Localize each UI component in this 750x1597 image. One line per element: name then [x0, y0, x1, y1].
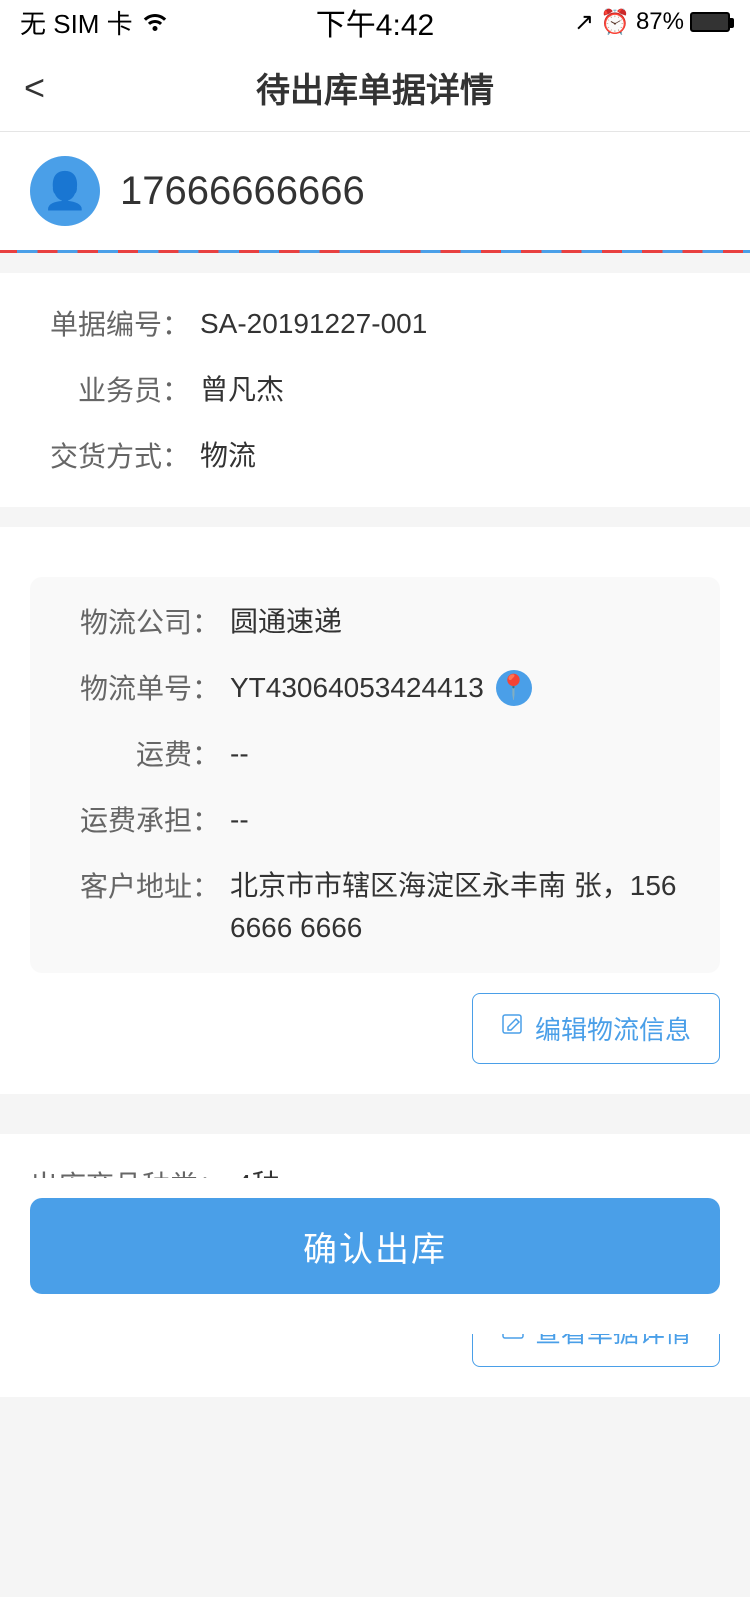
- freight-value: --: [230, 733, 690, 775]
- logistics-company-row: 物流公司： 圆通速递: [60, 601, 690, 643]
- status-right: ↗ ⏰ 87%: [574, 8, 730, 37]
- edit-btn-row: 编辑物流信息: [30, 993, 720, 1064]
- delivery-row: 交货方式： 物流: [30, 435, 720, 477]
- order-no-value: SA-20191227-001: [200, 303, 720, 345]
- status-left: 无 SIM 卡: [20, 4, 169, 41]
- salesperson-row: 业务员： 曾凡杰: [30, 369, 720, 411]
- delivery-label: 交货方式：: [30, 435, 190, 475]
- delivery-value: 物流: [200, 435, 720, 477]
- tracking-label: 物流单号：: [60, 667, 220, 707]
- logistics-company-value: 圆通速递: [230, 601, 690, 643]
- edit-icon: [501, 1013, 525, 1044]
- avatar-icon: 👤: [43, 170, 88, 212]
- freight-bearer-row: 运费承担： --: [60, 799, 690, 841]
- customer-phone: 17666666666: [120, 169, 365, 214]
- battery-text: 87%: [636, 8, 684, 36]
- basic-info-section: 单据编号： SA-20191227-001 业务员： 曾凡杰 交货方式： 物流: [0, 273, 750, 507]
- address-label: 客户地址：: [60, 865, 220, 905]
- tracking-location-icon[interactable]: [496, 670, 532, 706]
- wifi-icon: [141, 7, 169, 38]
- tracking-value: YT43064053424413: [230, 667, 690, 709]
- status-bar: 无 SIM 卡 下午4:42 ↗ ⏰ 87%: [0, 0, 750, 44]
- freight-label: 运费：: [60, 733, 220, 773]
- logistics-section: 物流公司： 圆通速递 物流单号： YT43064053424413 运费： --…: [0, 527, 750, 1094]
- logistics-box: 物流公司： 圆通速递 物流单号： YT43064053424413 运费： --…: [30, 577, 720, 973]
- address-value: 北京市市辖区海淀区永丰南 张，156 6666 6666: [230, 865, 690, 949]
- bottom-spacer: [0, 1397, 750, 1597]
- battery-icon: [690, 12, 730, 32]
- freight-bearer-value: --: [230, 799, 690, 841]
- avatar: 👤: [30, 156, 100, 226]
- logistics-company-label: 物流公司：: [60, 601, 220, 641]
- bottom-bar: 确认出库: [0, 1178, 750, 1334]
- customer-header: 👤 17666666666: [0, 132, 750, 253]
- alarm-status-icon: ⏰: [600, 8, 630, 37]
- order-no-label: 单据编号：: [30, 303, 190, 343]
- divider-1: [0, 1094, 750, 1114]
- salesperson-label: 业务员：: [30, 369, 190, 409]
- tracking-row: 物流单号： YT43064053424413: [60, 667, 690, 709]
- page-title: 待出库单据详情: [256, 63, 494, 112]
- nav-bar: < 待出库单据详情: [0, 44, 750, 132]
- carrier-text: 无 SIM 卡: [20, 4, 133, 41]
- salesperson-value: 曾凡杰: [200, 369, 720, 411]
- edit-logistics-button[interactable]: 编辑物流信息: [472, 993, 720, 1064]
- order-no-row: 单据编号： SA-20191227-001: [30, 303, 720, 345]
- status-time: 下午4:42: [316, 0, 434, 44]
- freight-bearer-label: 运费承担：: [60, 799, 220, 839]
- location-status-icon: ↗: [574, 8, 594, 37]
- freight-row: 运费： --: [60, 733, 690, 775]
- confirm-outbound-button[interactable]: 确认出库: [30, 1198, 720, 1294]
- back-button[interactable]: <: [24, 67, 45, 109]
- address-row: 客户地址： 北京市市辖区海淀区永丰南 张，156 6666 6666: [60, 865, 690, 949]
